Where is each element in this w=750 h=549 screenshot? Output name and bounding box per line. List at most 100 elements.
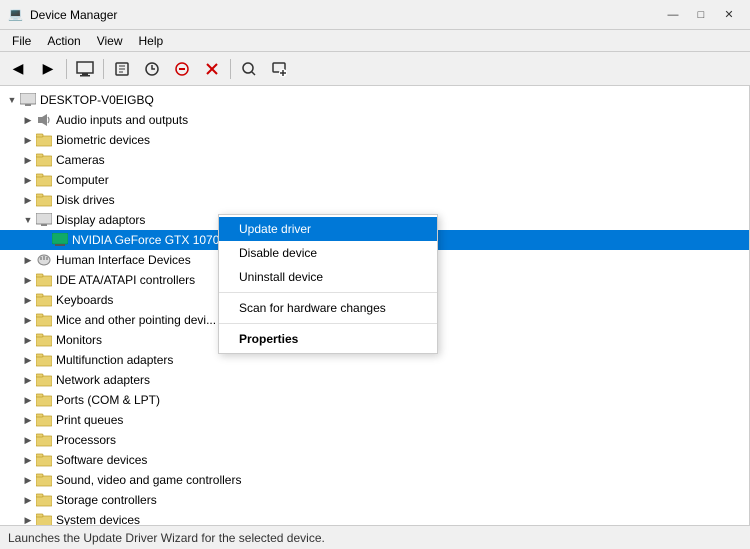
tree-toggle-biometric[interactable]: ▶	[20, 132, 36, 148]
main-content: ▼ DESKTOP-V0EIGBQ ▶ Audio inputs and output…	[0, 86, 750, 525]
tree-label-biometric: Biometric devices	[56, 133, 150, 147]
minimize-button[interactable]: —	[660, 5, 686, 25]
tree-label-computer: Computer	[56, 173, 109, 187]
tree-icon-system	[36, 512, 52, 525]
tree-toggle-ports[interactable]: ▶	[20, 392, 36, 408]
tree-icon-software	[36, 452, 52, 468]
close-button[interactable]: ✕	[716, 5, 742, 25]
tree-toggle-nvidia	[36, 232, 52, 248]
tree-icon-cameras	[36, 152, 52, 168]
tree-icon-multifunction	[36, 352, 52, 368]
toolbar-properties[interactable]	[108, 56, 136, 82]
title-bar-buttons: — □ ✕	[660, 5, 742, 25]
context-menu-sep-sep1	[219, 292, 437, 293]
tree-toggle-display[interactable]: ▼	[20, 212, 36, 228]
tree-toggle-network[interactable]: ▶	[20, 372, 36, 388]
tree-toggle-system[interactable]: ▶	[20, 512, 36, 525]
tree-label-monitors: Monitors	[56, 333, 102, 347]
tree-icon-display	[36, 212, 52, 228]
tree-icon-print	[36, 412, 52, 428]
toolbar: ◀ ▶	[0, 52, 750, 86]
tree-toggle-root[interactable]: ▼	[4, 92, 20, 108]
tree-item-print[interactable]: ▶ Print queues	[0, 410, 749, 430]
context-menu-item-uninstall-device[interactable]: Uninstall device	[219, 265, 437, 289]
tree-toggle-storage[interactable]: ▶	[20, 492, 36, 508]
tree-toggle-processors[interactable]: ▶	[20, 432, 36, 448]
tree-icon-monitors	[36, 332, 52, 348]
tree-toggle-sound[interactable]: ▶	[20, 472, 36, 488]
tree-toggle-keyboards[interactable]: ▶	[20, 292, 36, 308]
tree-item-network[interactable]: ▶Network adapters	[0, 370, 749, 390]
tree-icon-network	[36, 372, 52, 388]
tree-label-sound: Sound, video and game controllers	[56, 473, 241, 487]
tree-toggle-multifunction[interactable]: ▶	[20, 352, 36, 368]
context-menu-item-properties[interactable]: Properties	[219, 327, 437, 351]
menu-bar: File Action View Help	[0, 30, 750, 52]
tree-item-ports[interactable]: ▶Ports (COM & LPT)	[0, 390, 749, 410]
toolbar-computer[interactable]	[71, 56, 99, 82]
tree-toggle-software[interactable]: ▶	[20, 452, 36, 468]
tree-icon-mice	[36, 312, 52, 328]
menu-file[interactable]: File	[4, 32, 39, 50]
context-menu: Update driverDisable deviceUninstall dev…	[218, 214, 438, 354]
tree-label-keyboards: Keyboards	[56, 293, 113, 307]
toolbar-back[interactable]: ◀	[4, 56, 32, 82]
tree-item-sound[interactable]: ▶ Sound, video and game controllers	[0, 470, 749, 490]
tree-icon-audio	[36, 112, 52, 128]
tree-item-software[interactable]: ▶Software devices	[0, 450, 749, 470]
tree-label-disk: Disk drives	[56, 193, 115, 207]
tree-icon-processors	[36, 432, 52, 448]
tree-item-disk[interactable]: ▶ Disk drives	[0, 190, 749, 210]
tree-toggle-monitors[interactable]: ▶	[20, 332, 36, 348]
tree-icon-ports	[36, 392, 52, 408]
toolbar-update-driver[interactable]	[138, 56, 166, 82]
toolbar-forward[interactable]: ▶	[34, 56, 62, 82]
tree-label-print: Print queues	[56, 413, 123, 427]
maximize-button[interactable]: □	[688, 5, 714, 25]
tree-item-storage[interactable]: ▶ Storage controllers	[0, 490, 749, 510]
menu-view[interactable]: View	[89, 32, 131, 50]
tree-item-cameras[interactable]: ▶Cameras	[0, 150, 749, 170]
context-menu-sep-sep2	[219, 323, 437, 324]
tree-icon-keyboards	[36, 292, 52, 308]
tree-toggle-computer[interactable]: ▶	[20, 172, 36, 188]
tree-toggle-cameras[interactable]: ▶	[20, 152, 36, 168]
toolbar-disable[interactable]	[168, 56, 196, 82]
toolbar-scan[interactable]	[235, 56, 263, 82]
tree-label-nvidia: NVIDIA GeForce GTX 1070	[72, 233, 219, 247]
toolbar-uninstall[interactable]	[198, 56, 226, 82]
tree-icon-ide	[36, 272, 52, 288]
toolbar-sep-1	[66, 59, 67, 79]
tree-icon-disk	[36, 192, 52, 208]
tree-item-biometric[interactable]: ▶ Biometric devices	[0, 130, 749, 150]
tree-label-ide: IDE ATA/ATAPI controllers	[56, 273, 195, 287]
tree-label-mice: Mice and other pointing devi...	[56, 313, 216, 327]
tree-label-root: DESKTOP-V0EIGBQ	[40, 93, 154, 107]
tree-toggle-print[interactable]: ▶	[20, 412, 36, 428]
tree-label-storage: Storage controllers	[56, 493, 157, 507]
tree-toggle-audio[interactable]: ▶	[20, 112, 36, 128]
tree-item-root[interactable]: ▼ DESKTOP-V0EIGBQ	[0, 90, 749, 110]
tree-toggle-hid[interactable]: ▶	[20, 252, 36, 268]
toolbar-add-hardware[interactable]	[265, 56, 293, 82]
status-text: Launches the Update Driver Wizard for th…	[8, 531, 325, 545]
tree-toggle-ide[interactable]: ▶	[20, 272, 36, 288]
tree-toggle-disk[interactable]: ▶	[20, 192, 36, 208]
context-menu-item-update-driver[interactable]: Update driver	[219, 217, 437, 241]
menu-action[interactable]: Action	[39, 32, 88, 50]
toolbar-sep-2	[103, 59, 104, 79]
tree-toggle-mice[interactable]: ▶	[20, 312, 36, 328]
menu-help[interactable]: Help	[131, 32, 172, 50]
context-menu-item-disable-device[interactable]: Disable device	[219, 241, 437, 265]
tree-item-system[interactable]: ▶System devices	[0, 510, 749, 525]
tree-label-audio: Audio inputs and outputs	[56, 113, 188, 127]
status-bar: Launches the Update Driver Wizard for th…	[0, 525, 750, 549]
tree-label-multifunction: Multifunction adapters	[56, 353, 173, 367]
tree-item-audio[interactable]: ▶ Audio inputs and outputs	[0, 110, 749, 130]
title-bar-text: Device Manager	[30, 8, 660, 22]
title-bar: 💻 Device Manager — □ ✕	[0, 0, 750, 30]
tree-item-computer[interactable]: ▶ Computer	[0, 170, 749, 190]
toolbar-sep-3	[230, 59, 231, 79]
tree-item-processors[interactable]: ▶Processors	[0, 430, 749, 450]
context-menu-item-scan-changes[interactable]: Scan for hardware changes	[219, 296, 437, 320]
